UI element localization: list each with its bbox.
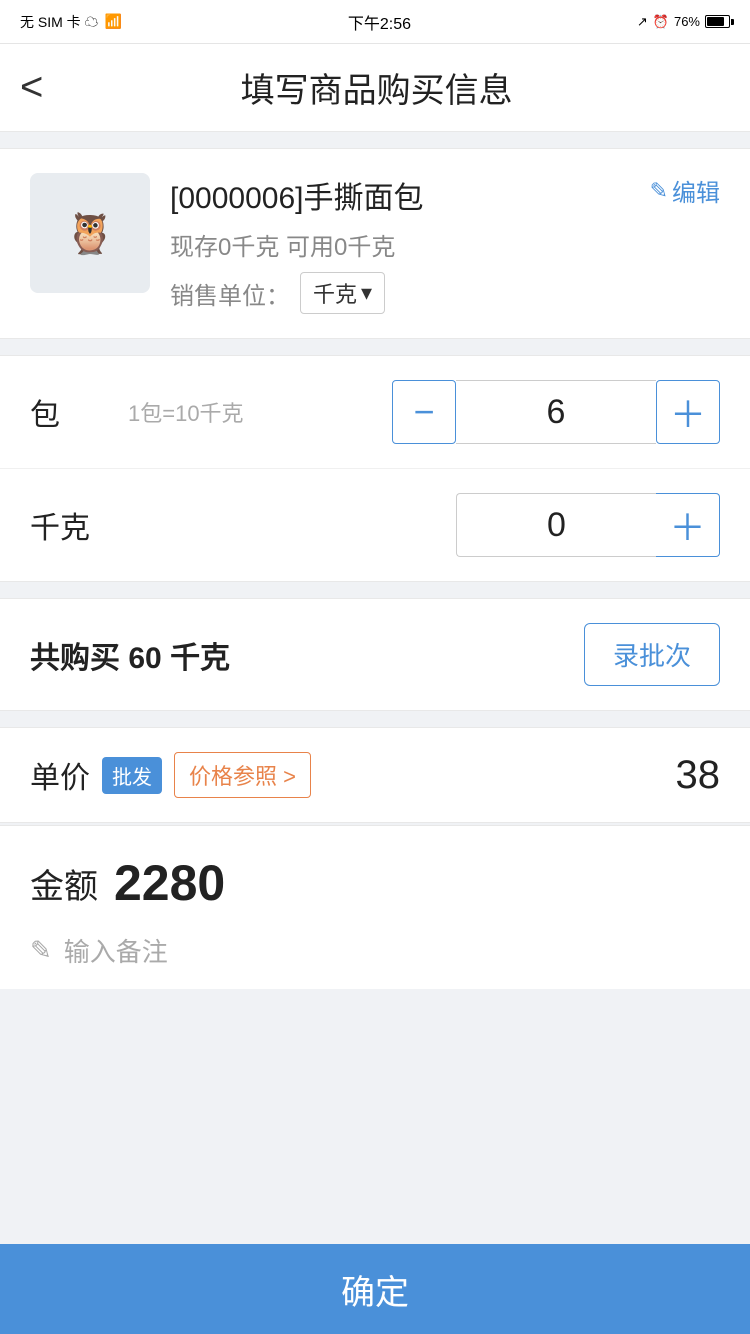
product-name: [0000006]手撕面包 bbox=[170, 173, 423, 217]
qty-input-pack[interactable] bbox=[456, 380, 656, 444]
decrement-pack-button[interactable]: − bbox=[392, 380, 456, 444]
price-type-tag: 批发 bbox=[102, 757, 162, 794]
qty-controls-kg: ＋ bbox=[456, 493, 720, 557]
wifi-icon: 📶 bbox=[105, 13, 122, 30]
qty-controls-pack: − ＋ bbox=[392, 380, 720, 444]
page-title: 填写商品购买信息 bbox=[53, 63, 700, 112]
total-quantity: 60 bbox=[128, 642, 161, 675]
back-button[interactable]: < bbox=[20, 55, 53, 120]
increment-kg-button[interactable]: ＋ bbox=[656, 493, 720, 557]
product-image: 🦉 bbox=[30, 173, 150, 293]
note-row[interactable]: ✎ 输入备注 bbox=[30, 932, 720, 969]
product-info: [0000006]手撕面包 ✎ 编辑 现存0千克 可用0千克 销售单位： 千克 … bbox=[170, 173, 720, 314]
price-label: 单价 bbox=[30, 753, 90, 797]
price-ref-label: 价格参照 > bbox=[189, 759, 296, 791]
sim-indicator: 无 SIM 卡 ☁ bbox=[20, 12, 99, 32]
total-text: 共购买 60 千克 bbox=[30, 633, 230, 677]
note-placeholder: 输入备注 bbox=[64, 932, 168, 969]
edit-icon: ✎ bbox=[650, 178, 668, 204]
pencil-icon: ✎ bbox=[30, 935, 52, 966]
amount-row: 金额 2280 bbox=[30, 854, 720, 912]
quantity-section: 包 1包=10千克 − ＋ 千克 ＋ bbox=[0, 355, 750, 582]
product-card: 🦉 [0000006]手撕面包 ✎ 编辑 现存0千克 可用0千克 销售单位： 千… bbox=[0, 148, 750, 339]
record-batch-button[interactable]: 录批次 bbox=[584, 623, 720, 686]
alarm-icon: ⏰ bbox=[653, 14, 669, 30]
total-label: 共购买 bbox=[30, 642, 128, 675]
total-section: 共购买 60 千克 录批次 bbox=[0, 598, 750, 711]
qty-label-kg: 千克 bbox=[30, 503, 120, 547]
price-section: 单价 批发 价格参照 > 38 bbox=[0, 727, 750, 823]
qty-input-kg[interactable] bbox=[456, 493, 656, 557]
increment-pack-button[interactable]: ＋ bbox=[656, 380, 720, 444]
confirm-button[interactable]: 确定 bbox=[0, 1244, 750, 1334]
battery-icon bbox=[705, 15, 730, 28]
status-left: 无 SIM 卡 ☁ 📶 bbox=[20, 12, 122, 32]
edit-label: 编辑 bbox=[672, 173, 720, 208]
product-logo-icon: 🦉 bbox=[65, 210, 115, 257]
status-time: 下午2:56 bbox=[348, 10, 411, 34]
product-unit-row: 销售单位： 千克 ▾ bbox=[170, 272, 720, 314]
amount-label: 金额 bbox=[30, 859, 98, 908]
total-unit: 千克 bbox=[170, 642, 230, 675]
status-bar: 无 SIM 卡 ☁ 📶 下午2:56 ↗ ⏰ 76% bbox=[0, 0, 750, 44]
quantity-row-kg: 千克 ＋ bbox=[0, 469, 750, 581]
amount-section: 金额 2280 ✎ 输入备注 bbox=[0, 825, 750, 989]
unit-label: 销售单位： bbox=[170, 276, 290, 311]
unit-value: 千克 bbox=[313, 277, 357, 309]
unit-select[interactable]: 千克 ▾ bbox=[300, 272, 385, 314]
status-right: ↗ ⏰ 76% bbox=[637, 14, 730, 30]
location-icon: ↗ bbox=[637, 14, 648, 30]
edit-button[interactable]: ✎ 编辑 bbox=[650, 173, 720, 208]
price-value: 38 bbox=[676, 753, 721, 798]
qty-hint-pack: 1包=10千克 bbox=[128, 396, 392, 428]
battery-percent: 76% bbox=[674, 14, 700, 29]
nav-bar: < 填写商品购买信息 bbox=[0, 44, 750, 132]
amount-value: 2280 bbox=[114, 854, 225, 912]
product-stock: 现存0千克 可用0千克 bbox=[170, 227, 720, 262]
price-reference-button[interactable]: 价格参照 > bbox=[174, 752, 311, 798]
quantity-row-pack: 包 1包=10千克 − ＋ bbox=[0, 356, 750, 469]
qty-label-pack: 包 bbox=[30, 390, 120, 434]
chevron-down-icon: ▾ bbox=[361, 280, 372, 306]
